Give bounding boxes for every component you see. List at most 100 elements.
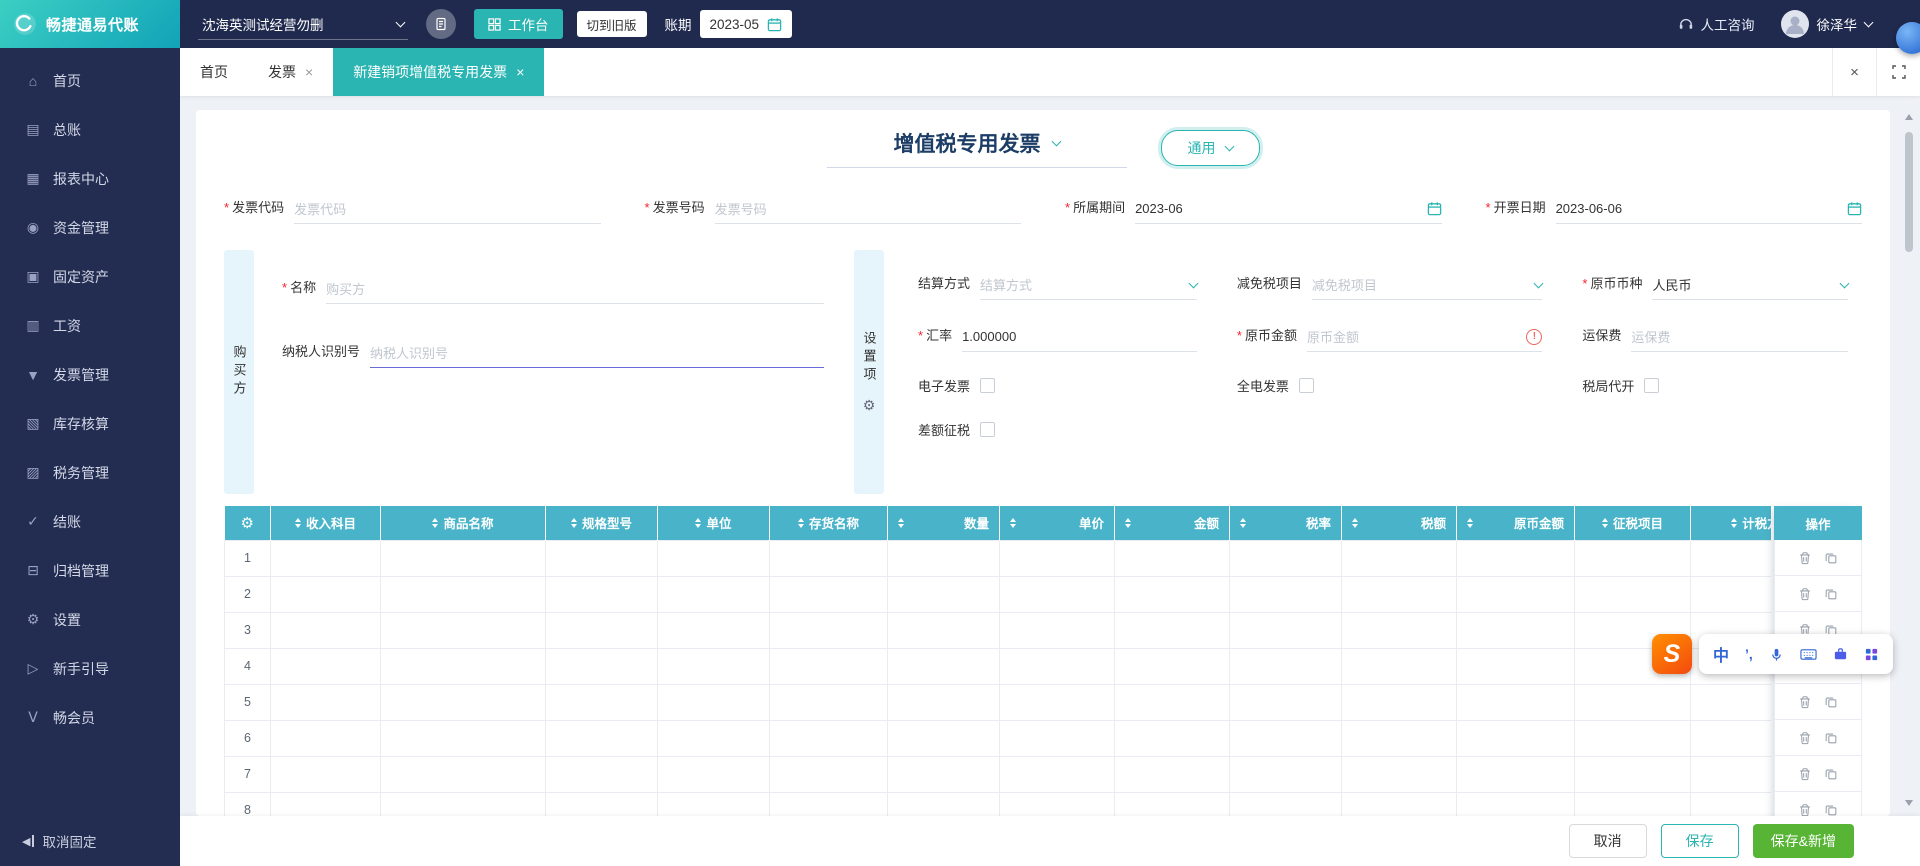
invoice-type-select[interactable]: 增值税专用发票 (826, 128, 1127, 168)
ime-punctuation-toggle[interactable]: ’, (1745, 646, 1753, 662)
table-cell[interactable] (380, 683, 546, 721)
sort-icon[interactable] (570, 517, 577, 528)
sort-icon[interactable] (1467, 517, 1473, 528)
sort-icon[interactable] (898, 517, 904, 528)
sort-icon[interactable] (797, 517, 804, 528)
table-cell[interactable] (999, 719, 1115, 757)
table-cell[interactable] (999, 611, 1115, 649)
table-cell[interactable] (270, 791, 381, 816)
table-cell[interactable] (999, 683, 1115, 721)
table-cell[interactable] (1456, 575, 1575, 613)
table-cell[interactable] (1341, 575, 1457, 613)
text-input[interactable]: 运保费 (1631, 322, 1848, 352)
table-cell[interactable] (545, 683, 658, 721)
table-cell[interactable] (1690, 539, 1771, 577)
scrollbar-thumb[interactable] (1905, 132, 1913, 252)
table-cell[interactable] (657, 791, 770, 816)
table-cell[interactable] (1456, 539, 1575, 577)
table-cell[interactable] (999, 575, 1115, 613)
table-cell[interactable] (1229, 539, 1342, 577)
table-cell[interactable] (999, 539, 1115, 577)
table-cell[interactable] (769, 755, 888, 793)
scroll-up-icon[interactable] (1905, 114, 1913, 120)
table-cell[interactable] (999, 791, 1115, 816)
switch-old-version-button[interactable]: 切到旧版 (576, 11, 647, 37)
ime-logo-icon[interactable]: S (1652, 634, 1692, 674)
close-icon[interactable]: × (305, 65, 313, 79)
table-cell[interactable] (1114, 791, 1230, 816)
sidebar-item-7[interactable]: ▧ 库存核算 (0, 399, 180, 448)
table-cell[interactable] (545, 647, 658, 685)
delete-row-icon[interactable] (1798, 767, 1812, 781)
column-header-1[interactable]: 商品名称 (380, 506, 546, 540)
column-header-3[interactable]: 单位 (657, 506, 770, 540)
column-header-11[interactable]: 征税项目 (1574, 506, 1691, 540)
sidebar-item-5[interactable]: ▥ 工资 (0, 301, 180, 350)
column-header-7[interactable]: 金额 (1114, 506, 1230, 540)
table-cell[interactable] (657, 539, 770, 577)
copy-row-icon[interactable] (1824, 731, 1838, 745)
table-cell[interactable] (380, 791, 546, 816)
table-cell[interactable] (769, 683, 888, 721)
checkbox[interactable] (980, 377, 996, 393)
copy-row-icon[interactable] (1824, 803, 1838, 817)
table-cell[interactable] (999, 647, 1115, 685)
delete-row-icon[interactable] (1798, 695, 1812, 709)
table-cell[interactable] (769, 611, 888, 649)
sort-icon[interactable] (1125, 517, 1131, 528)
document-notice-button[interactable] (426, 9, 456, 39)
table-cell[interactable] (657, 683, 770, 721)
sidebar-item-3[interactable]: ◉ 资金管理 (0, 203, 180, 252)
table-cell[interactable] (1690, 755, 1771, 793)
table-cell[interactable] (769, 719, 888, 757)
table-cell[interactable] (657, 719, 770, 757)
calendar-icon[interactable] (1847, 201, 1862, 216)
checkbox[interactable] (1644, 377, 1660, 393)
table-cell[interactable] (380, 719, 546, 757)
period-picker[interactable]: 2023-05 (699, 10, 793, 38)
table-cell[interactable] (380, 539, 546, 577)
delete-row-icon[interactable] (1798, 551, 1812, 565)
date-input[interactable]: 2023-06 (1135, 194, 1442, 224)
table-cell[interactable] (270, 575, 381, 613)
text-input[interactable]: 1.000000 (962, 322, 1197, 352)
table-cell[interactable] (545, 791, 658, 816)
copy-row-icon[interactable] (1824, 695, 1838, 709)
vertical-scrollbar[interactable] (1903, 114, 1915, 806)
copy-row-icon[interactable] (1824, 551, 1838, 565)
table-cell[interactable] (270, 539, 381, 577)
table-cell[interactable] (1341, 611, 1457, 649)
column-header-0[interactable]: 收入科目 (270, 506, 381, 540)
table-cell[interactable] (1574, 791, 1691, 816)
buyer-name-input[interactable]: 购买方 (326, 274, 824, 304)
table-cell[interactable] (1114, 719, 1230, 757)
ime-mode-toggle[interactable]: 中 (1713, 642, 1729, 666)
table-cell[interactable] (769, 539, 888, 577)
table-cell[interactable] (657, 647, 770, 685)
table-cell[interactable] (1229, 611, 1342, 649)
table-cell[interactable] (1114, 575, 1230, 613)
sidebar-item-10[interactable]: ⊟ 归档管理 (0, 546, 180, 595)
user-menu[interactable]: 徐泽华 (1780, 10, 1874, 38)
table-cell[interactable] (1690, 575, 1771, 613)
sidebar-item-8[interactable]: ▨ 税务管理 (0, 448, 180, 497)
sort-icon[interactable] (432, 517, 439, 528)
text-input[interactable]: 发票号码 (714, 194, 1021, 224)
sort-icon[interactable] (1601, 517, 1608, 528)
sidebar-item-11[interactable]: ⚙ 设置 (0, 595, 180, 644)
table-cell[interactable] (1456, 647, 1575, 685)
sidebar-item-2[interactable]: ▦ 报表中心 (0, 154, 180, 203)
support-link[interactable]: 人工咨询 (1678, 14, 1755, 34)
ime-panel-grid-icon[interactable] (1864, 647, 1879, 662)
table-cell[interactable] (380, 755, 546, 793)
sort-icon[interactable] (695, 517, 702, 528)
table-cell[interactable] (1114, 611, 1230, 649)
table-cell[interactable] (1341, 683, 1457, 721)
table-cell[interactable] (545, 611, 658, 649)
scroll-down-icon[interactable] (1905, 800, 1913, 806)
table-cell[interactable] (270, 611, 381, 649)
table-cell[interactable] (1341, 539, 1457, 577)
column-header-4[interactable]: 存货名称 (769, 506, 888, 540)
table-cell[interactable] (545, 719, 658, 757)
select-input[interactable]: 人民币 (1652, 270, 1850, 300)
